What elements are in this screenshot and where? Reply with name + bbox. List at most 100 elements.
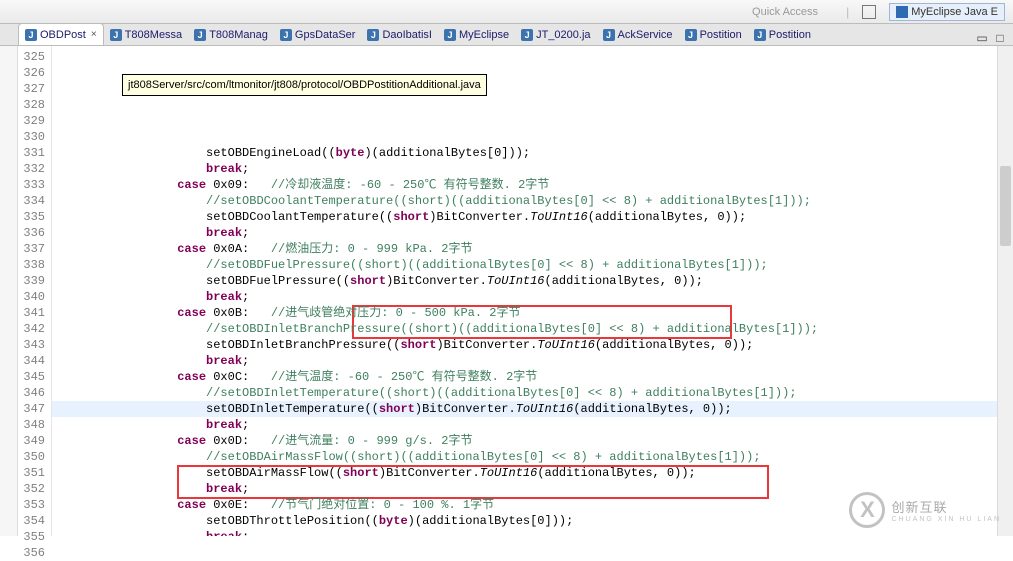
line-number: 335 [18, 209, 45, 225]
tab-label: Postition [769, 29, 811, 41]
line-number: 345 [18, 369, 45, 385]
code-line[interactable]: case 0x09: //冷却液温度: -60 - 250℃ 有符号整数. 2字… [52, 177, 1013, 193]
line-number: 348 [18, 417, 45, 433]
line-number: 340 [18, 289, 45, 305]
code-line[interactable]: //setOBDCoolantTemperature((short)((addi… [52, 193, 1013, 209]
code-line[interactable]: break; [52, 417, 1013, 433]
line-number: 329 [18, 113, 45, 129]
line-number: 342 [18, 321, 45, 337]
line-number: 355 [18, 529, 45, 545]
code-editor[interactable]: 3253263273283293303313323333343353363373… [0, 46, 1013, 536]
perspective-switcher[interactable] [857, 2, 881, 22]
code-line[interactable]: break; [52, 529, 1013, 536]
line-number-gutter[interactable]: 3253263273283293303313323333343353363373… [18, 46, 52, 536]
line-number: 351 [18, 465, 45, 481]
code-line[interactable]: break; [52, 289, 1013, 305]
java-file-icon [25, 29, 37, 41]
open-perspective-icon [862, 5, 876, 19]
editor-tab[interactable]: T808Messa [104, 23, 188, 45]
code-line[interactable]: break; [52, 353, 1013, 369]
java-file-icon [444, 29, 456, 41]
editor-tab[interactable]: AckService [597, 23, 679, 45]
file-path-tooltip: jt808Server/src/com/ltmonitor/jt808/prot… [122, 74, 487, 96]
line-number: 353 [18, 497, 45, 513]
logo-text: 创新互联 [891, 497, 1001, 516]
tab-label: DaoIbatisI [382, 29, 432, 41]
tab-label: Postition [700, 29, 742, 41]
java-file-icon [194, 29, 206, 41]
editor-tab[interactable]: JT_0200.ja [515, 23, 596, 45]
line-number: 347 [18, 401, 45, 417]
code-line[interactable]: setOBDCoolantTemperature((short)BitConve… [52, 209, 1013, 225]
java-file-icon [280, 29, 292, 41]
line-number: 332 [18, 161, 45, 177]
editor-tab[interactable]: Postition [679, 23, 748, 45]
tab-label: MyEclipse [459, 29, 509, 41]
java-file-icon [603, 29, 615, 41]
editor-tab-strip: OBDPost × T808Messa T808Manag GpsDataSer DaoI… [0, 24, 1013, 46]
code-line[interactable]: //setOBDInletBranchPressure((short)((add… [52, 321, 1013, 337]
divider: | [846, 5, 849, 19]
code-line[interactable]: case 0x0A: //燃油压力: 0 - 999 kPa. 2字节 [52, 241, 1013, 257]
java-file-icon [367, 29, 379, 41]
line-number: 349 [18, 433, 45, 449]
code-line[interactable]: setOBDEngineLoad((byte)(additionalBytes[… [52, 145, 1013, 161]
line-number: 350 [18, 449, 45, 465]
line-number: 337 [18, 241, 45, 257]
tab-label: OBDPost [40, 29, 86, 41]
quick-access-label[interactable]: Quick Access [752, 6, 818, 18]
editor-tab[interactable]: T808Manag [188, 23, 274, 45]
line-number: 328 [18, 97, 45, 113]
code-line[interactable]: //setOBDInletTemperature((short)((additi… [52, 385, 1013, 401]
perspective-myeclipse[interactable]: MyEclipse Java E [889, 3, 1005, 21]
tab-label: T808Manag [209, 29, 268, 41]
minimize-view-icon[interactable]: ▭ [975, 31, 989, 45]
line-number: 341 [18, 305, 45, 321]
close-icon[interactable]: × [91, 29, 97, 40]
line-number: 356 [18, 545, 45, 561]
code-line[interactable]: case 0x0B: //进气歧管绝对压力: 0 - 500 kPa. 2字节 [52, 305, 1013, 321]
line-number: 334 [18, 193, 45, 209]
code-line[interactable]: break; [52, 161, 1013, 177]
folding-ruler[interactable] [0, 46, 18, 536]
line-number: 354 [18, 513, 45, 529]
code-line[interactable]: setOBDAirMassFlow((short)BitConverter.To… [52, 465, 1013, 481]
code-line[interactable]: setOBDFuelPressure((short)BitConverter.T… [52, 273, 1013, 289]
java-file-icon [521, 29, 533, 41]
code-line[interactable]: setOBDInletTemperature((short)BitConvert… [52, 401, 1013, 417]
line-number: 338 [18, 257, 45, 273]
editor-tab[interactable]: MyEclipse [438, 23, 515, 45]
code-line[interactable]: break; [52, 225, 1013, 241]
vertical-scrollbar[interactable] [997, 46, 1013, 536]
tab-label: T808Messa [125, 29, 182, 41]
line-number: 326 [18, 65, 45, 81]
java-file-icon [754, 29, 766, 41]
line-number: 327 [18, 81, 45, 97]
line-number: 344 [18, 353, 45, 369]
code-area[interactable]: jt808Server/src/com/ltmonitor/jt808/prot… [52, 46, 1013, 536]
watermark-logo: X 创新互联 CHUANG XIN HU LIAN [849, 492, 1001, 528]
line-number: 336 [18, 225, 45, 241]
tab-label: JT_0200.ja [536, 29, 590, 41]
editor-tab[interactable]: GpsDataSer [274, 23, 362, 45]
maximize-view-icon[interactable]: □ [993, 31, 1007, 45]
code-line[interactable]: case 0x0D: //进气流量: 0 - 999 g/s. 2字节 [52, 433, 1013, 449]
perspective-label: MyEclipse Java E [911, 6, 998, 18]
code-line[interactable]: case 0x0C: //进气温度: -60 - 250℃ 有符号整数. 2字节 [52, 369, 1013, 385]
code-line[interactable]: //setOBDFuelPressure((short)((additional… [52, 257, 1013, 273]
code-line[interactable]: //setOBDAirMassFlow((short)((additionalB… [52, 449, 1013, 465]
line-number: 343 [18, 337, 45, 353]
tab-label: AckService [618, 29, 673, 41]
editor-tab[interactable]: OBDPost × [18, 23, 104, 45]
editor-tab[interactable]: Postition [748, 23, 817, 45]
tab-label: GpsDataSer [295, 29, 356, 41]
line-number: 352 [18, 481, 45, 497]
line-number: 331 [18, 145, 45, 161]
code-line[interactable]: setOBDInletBranchPressure((short)BitConv… [52, 337, 1013, 353]
logo-subtext: CHUANG XIN HU LIAN [891, 516, 1001, 523]
scrollbar-thumb[interactable] [1000, 166, 1011, 246]
editor-tab[interactable]: DaoIbatisI [361, 23, 438, 45]
line-number: 333 [18, 177, 45, 193]
window-toolbar: Quick Access | MyEclipse Java E [0, 0, 1013, 24]
java-file-icon [685, 29, 697, 41]
